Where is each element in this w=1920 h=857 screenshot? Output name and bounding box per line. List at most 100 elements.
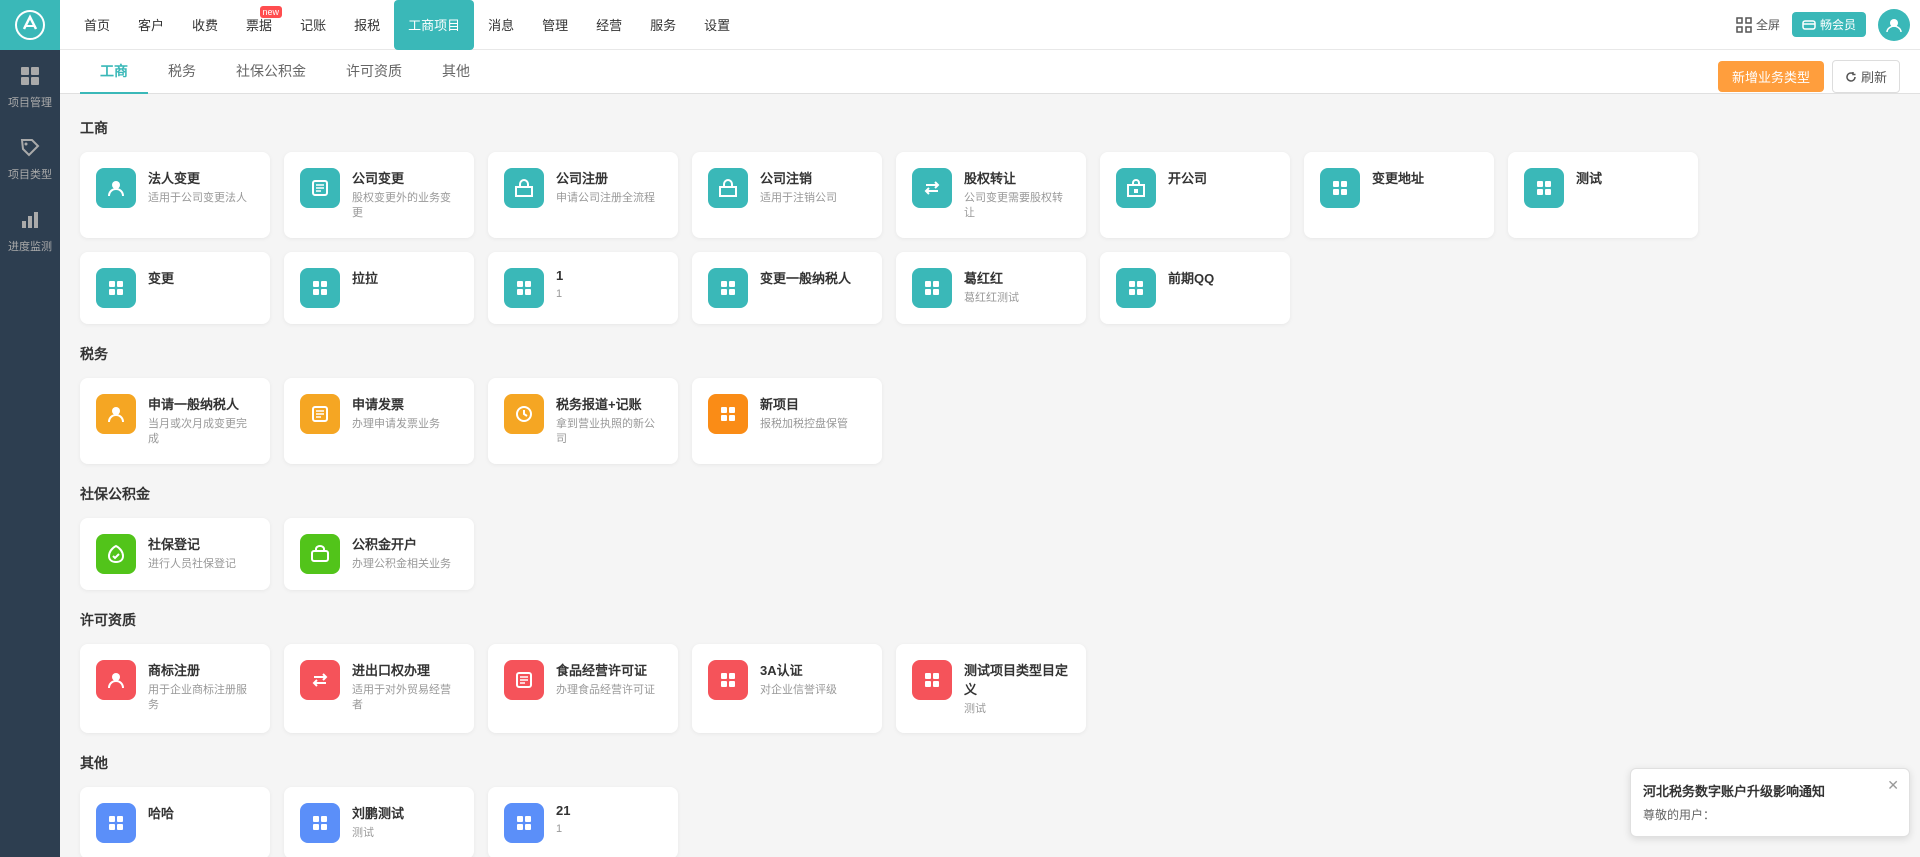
notification-close-button[interactable]: ✕ [1887,777,1899,794]
card-title: 开公司 [1168,168,1274,187]
tab-social-fund[interactable]: 社保公积金 [216,50,326,94]
card-desc: 用于企业商标注册服务 [148,683,254,714]
card-haha[interactable]: 哈哈 [80,787,270,857]
card-change1[interactable]: 变更 [80,252,270,324]
card-qqbefore[interactable]: 前期QQ [1100,252,1290,324]
tab-license[interactable]: 许可资质 [326,50,422,94]
sidebar-item-label: 进度监测 [8,238,52,254]
card-change-address[interactable]: 变更地址 [1304,152,1494,238]
sidebar-item-label: 项目管理 [8,94,52,110]
card-liupeng-test[interactable]: 刘鹏测试 测试 [284,787,474,857]
sidebar-item-progress[interactable]: 进度监测 [0,194,60,266]
nav-ticket[interactable]: 票据 new [232,0,286,50]
tab-tax[interactable]: 税务 [148,50,216,94]
card-icon [504,803,544,843]
sidebar-item-project-type[interactable]: 项目类型 [0,122,60,194]
nav-manage[interactable]: 管理 [528,0,582,50]
card-title: 变更地址 [1372,168,1478,187]
card-icon [1524,168,1564,208]
card-import-export[interactable]: 进出口权办理 适用于对外贸易经营者 [284,644,474,733]
card-desc: 测试 [352,826,458,841]
card-title: 公司变更 [352,168,458,187]
card-test1[interactable]: 测试 [1508,152,1698,238]
card-lala[interactable]: 拉拉 [284,252,474,324]
card-desc: 当月或次月成变更完成 [148,417,254,448]
nav-customer[interactable]: 客户 [124,0,178,50]
nav-settings[interactable]: 设置 [690,0,744,50]
card-company-cancel[interactable]: 公司注销 适用于注销公司 [692,152,882,238]
avatar-icon [1885,16,1903,34]
card-icon [96,394,136,434]
card-test-type[interactable]: 测试项目类型目定义 测试 [896,644,1086,733]
nav-service[interactable]: 服务 [636,0,690,50]
card-title: 社保登记 [148,534,254,553]
section-title-industry: 工商 [80,118,1900,138]
card-apply-taxpayer[interactable]: 申请一般纳税人 当月或次月成变更完成 [80,378,270,464]
card-title: 葛红红 [964,268,1070,287]
card-title: 申请一般纳税人 [148,394,254,413]
card-icon [504,168,544,208]
card-legal-change[interactable]: 法人变更 适用于公司变更法人 [80,152,270,238]
card-company-change[interactable]: 公司变更 股权变更外的业务变更 [284,152,474,238]
notification-popup: ✕ 河北税务数字账户升级影响通知 尊敬的用户： [1630,768,1910,837]
new-badge: new [260,6,283,18]
sidebar-item-project-manage[interactable]: 项目管理 [0,50,60,122]
cards-grid-tax: 申请一般纳税人 当月或次月成变更完成 申请发票 办理申请发票业务 [80,378,1900,464]
card-title: 公司注册 [556,168,662,187]
card-social-register[interactable]: 社保登记 进行人员社保登记 [80,518,270,590]
card-company-register[interactable]: 公司注册 申请公司注册全流程 [488,152,678,238]
nav-home[interactable]: 首页 [70,0,124,50]
card-item1[interactable]: 1 1 [488,252,678,324]
card-icon [912,660,952,700]
card-food-license[interactable]: 食品经营许可证 办理食品经营许可证 [488,644,678,733]
nav-accounting[interactable]: 记账 [286,0,340,50]
card-desc: 对企业信誉评级 [760,683,866,698]
notification-body: 尊敬的用户： [1643,806,1897,824]
card-mohong[interactable]: 葛红红 葛红红测试 [896,252,1086,324]
card-change-taxpayer[interactable]: 变更一般纳税人 [692,252,882,324]
card-cert-3a[interactable]: 3A认证 对企业信誉评级 [692,644,882,733]
bar-chart-icon [16,206,44,234]
card-title: 公司注销 [760,168,866,187]
card-title: 哈哈 [148,803,254,822]
tag-icon [16,134,44,162]
card-icon [504,268,544,308]
scroll-area: 工商 法人变更 适用于公司变更法人 [60,94,1920,857]
card-tax-report-account[interactable]: 税务报道+记账 拿到营业执照的新公司 [488,378,678,464]
card-item21[interactable]: 21 1 [488,787,678,857]
card-new-project[interactable]: 新项目 报税加税控盘保管 [692,378,882,464]
card-title: 拉拉 [352,268,458,287]
card-equity-transfer[interactable]: 股权转让 公司变更需要股权转让 [896,152,1086,238]
user-avatar[interactable] [1878,9,1910,41]
tab-bar-actions: 新增业务类型 刷新 [1718,60,1900,93]
card-desc: 办理申请发票业务 [352,417,458,432]
tab-industry[interactable]: 工商 [80,50,148,94]
card-fund-open[interactable]: 公积金开户 办理公积金相关业务 [284,518,474,590]
nav-tax[interactable]: 报税 [340,0,394,50]
card-desc: 1 [556,287,662,302]
refresh-button[interactable]: 刷新 [1832,60,1900,93]
topnav-right: 全屏 畅会员 [1736,9,1910,41]
fullscreen-btn[interactable]: 全屏 [1736,16,1780,33]
nav-billing[interactable]: 收费 [178,0,232,50]
card-desc: 公司变更需要股权转让 [964,191,1070,222]
card-icon [504,394,544,434]
card-desc: 办理公积金相关业务 [352,557,458,572]
card-title: 变更 [148,268,254,287]
card-title: 新项目 [760,394,866,413]
card-title: 3A认证 [760,660,866,679]
sidebar-logo[interactable] [0,0,60,50]
main-area: 首页 客户 收费 票据 new 记账 报税 工商项目 消息 管理 经营 [60,0,1920,857]
card-open-company[interactable]: 开公司 [1100,152,1290,238]
add-business-type-button[interactable]: 新增业务类型 [1718,61,1824,92]
nav-message[interactable]: 消息 [474,0,528,50]
card-trademark[interactable]: 商标注册 用于企业商标注册服务 [80,644,270,733]
nav-operation[interactable]: 经营 [582,0,636,50]
tab-other[interactable]: 其他 [422,50,490,94]
card-title: 法人变更 [148,168,254,187]
member-icon [1802,18,1816,32]
member-btn[interactable]: 畅会员 [1792,12,1866,37]
cards-grid-industry: 法人变更 适用于公司变更法人 公司变更 股权变更外的业务变更 [80,152,1900,324]
card-apply-invoice[interactable]: 申请发票 办理申请发票业务 [284,378,474,464]
nav-industry[interactable]: 工商项目 [394,0,474,50]
